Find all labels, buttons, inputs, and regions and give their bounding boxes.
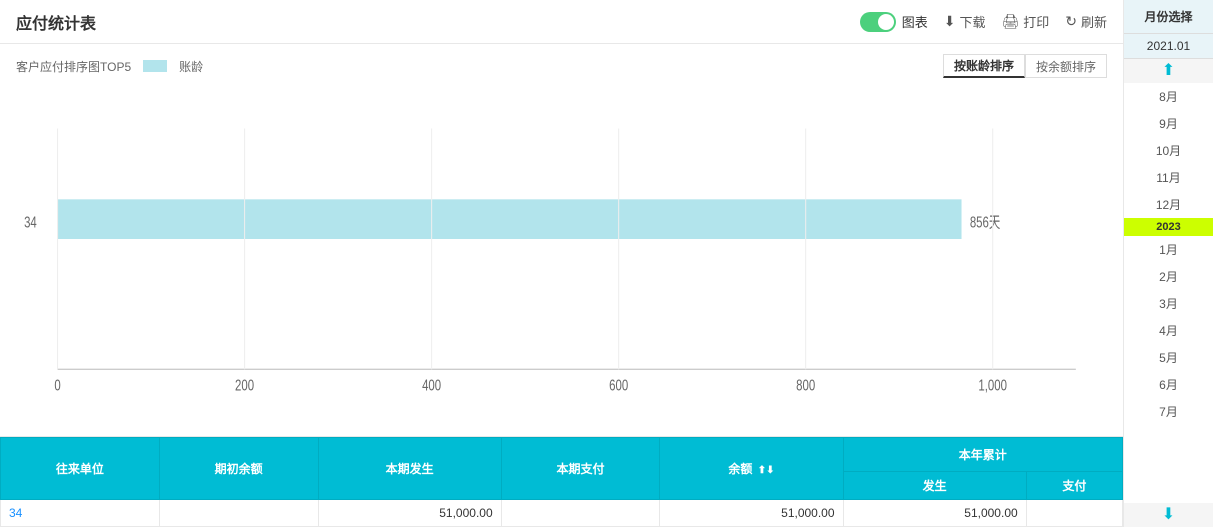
x-label-1000: 1,000 [978, 377, 1007, 394]
chart-bar [58, 199, 962, 239]
cell-current-payment [501, 500, 660, 527]
legend-title: 客户应付排序图TOP5 [16, 58, 131, 75]
print-icon: 🖨 [1001, 13, 1019, 30]
sidebar-month-3[interactable]: 3月 [1124, 290, 1213, 317]
chart-toggle-switch[interactable] [860, 12, 896, 32]
legend-label: 账龄 [179, 58, 203, 75]
x-label-800: 800 [796, 377, 815, 394]
print-button[interactable]: 🖨 打印 [1001, 12, 1049, 31]
sidebar-month-1[interactable]: 1月 [1124, 236, 1213, 263]
x-label-0: 0 [54, 377, 61, 394]
chevron-up-icon: ⬆ [1162, 63, 1175, 79]
sidebar-month-8[interactable]: 8月 [1124, 83, 1213, 110]
cell-current-occurrence: 51,000.00 [318, 500, 501, 527]
download-label: 下载 [959, 12, 985, 31]
col-opening-balance: 期初余额 [159, 438, 318, 500]
cell-opening-balance [159, 500, 318, 527]
sidebar-months-list: 8月 9月 10月 11月 12月 2023 1月 2月 3月 4月 5月 6月… [1124, 83, 1213, 503]
table-section: 往来单位 期初余额 本期发生 本期支付 余额 ⬆⬇ 本年累计 发生 支付 [0, 436, 1123, 527]
sort-by-balance-button[interactable]: 按账龄排序 [943, 54, 1025, 78]
col-current-payment: 本期支付 [501, 438, 660, 500]
balance-sort-icon[interactable]: ⬆⬇ [758, 465, 775, 476]
cell-unit[interactable]: 34 [1, 500, 160, 527]
col-current-occurrence: 本期发生 [318, 438, 501, 500]
x-label-400: 400 [422, 377, 441, 394]
sidebar-month-5[interactable]: 5月 [1124, 344, 1213, 371]
sidebar-down-button[interactable]: ⬇ [1124, 503, 1213, 527]
cell-balance: 51,000.00 [660, 500, 843, 527]
col-annual-occurrence: 发生 [843, 472, 1026, 500]
sidebar-month-6[interactable]: 6月 [1124, 371, 1213, 398]
sidebar-month-2[interactable]: 2月 [1124, 263, 1213, 290]
sidebar-month-11[interactable]: 11月 [1124, 164, 1213, 191]
cell-annual-payment [1026, 500, 1122, 527]
sort-buttons: 按账龄排序 按余额排序 [943, 54, 1107, 78]
download-button[interactable]: ⬇ 下载 [944, 12, 986, 31]
col-annual-total: 本年累计 [843, 438, 1122, 472]
download-icon: ⬇ [944, 13, 956, 30]
chart-toggle-container[interactable]: 图表 [860, 12, 928, 32]
chart-svg: 34 856天 0 200 400 600 800 1,000 [16, 86, 1107, 426]
sidebar-month-10[interactable]: 10月 [1124, 137, 1213, 164]
sidebar-year-display: 2021.01 [1124, 34, 1213, 59]
sidebar-month-7[interactable]: 7月 [1124, 398, 1213, 425]
bar-end-label: 856天 [970, 214, 1001, 231]
unit-link[interactable]: 34 [9, 506, 22, 520]
page-title: 应付统计表 [16, 10, 96, 34]
refresh-button[interactable]: ↻ 刷新 [1065, 12, 1107, 31]
page-header: 应付统计表 图表 ⬇ 下载 🖨 打印 ↻ 刷新 [0, 0, 1123, 44]
chart-legend: 客户应付排序图TOP5 账龄 按账龄排序 按余额排序 [16, 54, 1107, 78]
chevron-down-icon: ⬇ [1162, 507, 1175, 523]
sidebar-up-button[interactable]: ⬆ [1124, 59, 1213, 83]
header-actions: 图表 ⬇ 下载 🖨 打印 ↻ 刷新 [860, 12, 1107, 32]
table-row: 34 51,000.00 51,000.00 51,000.00 [1, 500, 1123, 527]
legend-color-box [143, 60, 167, 72]
y-axis-label: 34 [24, 214, 37, 231]
sidebar-month-12[interactable]: 12月 [1124, 191, 1213, 218]
col-unit: 往来单位 [1, 438, 160, 500]
chart-body: 34 856天 0 200 400 600 800 1,000 [16, 86, 1107, 426]
chart-toggle-label: 图表 [902, 12, 928, 31]
chart-section: 客户应付排序图TOP5 账龄 按账龄排序 按余额排序 34 856天 [0, 44, 1123, 436]
sidebar-header: 月份选择 [1124, 0, 1213, 34]
col-annual-payment: 支付 [1026, 472, 1122, 500]
x-label-200: 200 [235, 377, 254, 394]
x-label-600: 600 [609, 377, 628, 394]
sidebar-year-2023[interactable]: 2023 [1124, 218, 1213, 236]
data-table: 往来单位 期初余额 本期发生 本期支付 余额 ⬆⬇ 本年累计 发生 支付 [0, 437, 1123, 527]
sidebar-month-9[interactable]: 9月 [1124, 110, 1213, 137]
month-sidebar: 月份选择 2021.01 ⬆ 8月 9月 10月 11月 12月 2023 1月… [1123, 0, 1213, 527]
cell-annual-occurrence: 51,000.00 [843, 500, 1026, 527]
sort-by-amount-button[interactable]: 按余额排序 [1025, 54, 1107, 78]
refresh-label: 刷新 [1081, 12, 1107, 31]
col-balance: 余额 ⬆⬇ [660, 438, 843, 500]
sidebar-month-4[interactable]: 4月 [1124, 317, 1213, 344]
print-label: 打印 [1023, 12, 1049, 31]
refresh-icon: ↻ [1065, 13, 1077, 30]
